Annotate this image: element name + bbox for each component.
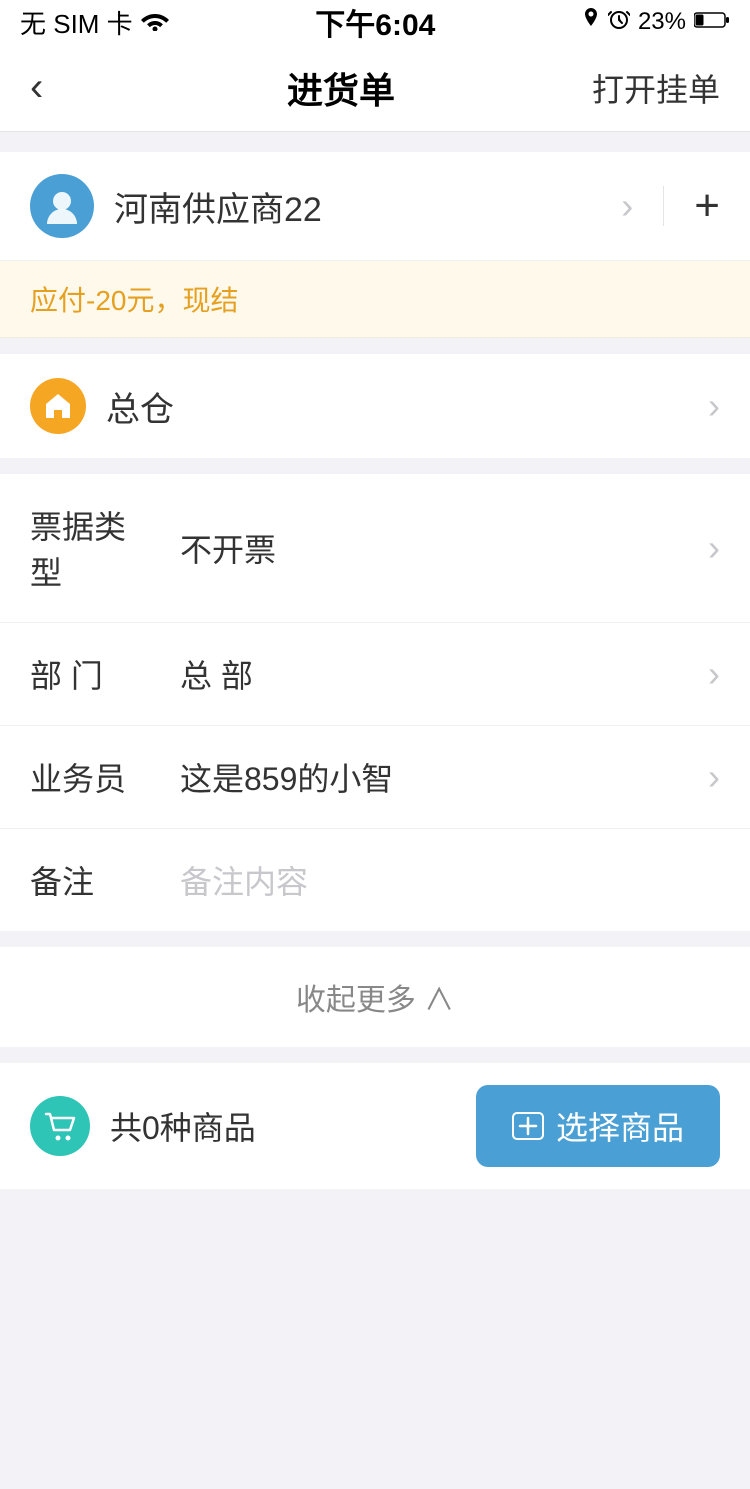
salesperson-value: 这是859的小智 (180, 754, 708, 800)
department-row[interactable]: 部 门 总 部 › (0, 623, 750, 726)
invoice-type-value: 不开票 (180, 525, 708, 571)
wifi-icon (141, 7, 169, 38)
status-bar: 无 SIM 卡 下午6:04 23% (0, 0, 750, 44)
supplier-section: 河南供应商22 › + 应付-20元，现结 (0, 152, 750, 338)
invoice-type-chevron: › (708, 527, 720, 569)
warehouse-name: 总仓 (106, 382, 708, 431)
nav-bar: ‹ 进货单 打开挂单 (0, 44, 750, 132)
supplier-row[interactable]: 河南供应商22 › + (0, 152, 750, 261)
remark-label: 备注 (30, 857, 150, 903)
page-background (0, 1189, 750, 1489)
salesperson-chevron: › (708, 756, 720, 798)
alarm-icon (608, 8, 630, 37)
section-gap-1 (0, 132, 750, 152)
department-label: 部 门 (30, 651, 150, 697)
remark-row[interactable]: 备注 备注内容 (0, 829, 750, 931)
page-title: 进货单 (287, 62, 395, 114)
salesperson-row[interactable]: 业务员 这是859的小智 › (0, 726, 750, 829)
status-carrier-area: 无 SIM 卡 (20, 4, 169, 41)
supplier-avatar (30, 174, 94, 238)
invoice-type-row[interactable]: 票据类型 不开票 › (0, 474, 750, 623)
collapse-label: 收起更多 ∧ (296, 975, 454, 1019)
product-icon (30, 1096, 90, 1156)
product-count: 共0种商品 (110, 1103, 456, 1149)
collapse-row[interactable]: 收起更多 ∧ (0, 947, 750, 1047)
status-time: 下午6:04 (315, 0, 435, 44)
warehouse-chevron-icon: › (708, 385, 720, 427)
department-chevron: › (708, 653, 720, 695)
back-button[interactable]: ‹ (30, 65, 90, 110)
select-product-button[interactable]: 选择商品 (476, 1085, 720, 1167)
notice-text: 应付-20元，现结 (30, 285, 238, 316)
status-right-area: 23% (582, 8, 730, 37)
battery-icon (694, 8, 730, 36)
notice-banner: 应付-20元，现结 (0, 261, 750, 338)
remark-input[interactable]: 备注内容 (180, 857, 720, 903)
supplier-name: 河南供应商22 (114, 182, 621, 231)
supplier-chevron-icon: › (621, 185, 633, 227)
add-supplier-button[interactable]: + (694, 181, 720, 231)
department-value: 总 部 (180, 651, 708, 697)
form-section: 票据类型 不开票 › 部 门 总 部 › 业务员 这是859的小智 › 备注 备… (0, 474, 750, 931)
select-product-label: 选择商品 (556, 1103, 684, 1149)
carrier-text: 无 SIM 卡 (20, 4, 133, 41)
product-bar: 共0种商品 选择商品 (0, 1063, 750, 1189)
divider (663, 186, 664, 226)
warehouse-row[interactable]: 总仓 › (0, 354, 750, 458)
supplier-actions: › + (621, 181, 720, 231)
open-pending-button[interactable]: 打开挂单 (592, 65, 720, 111)
warehouse-icon (30, 378, 86, 434)
salesperson-label: 业务员 (30, 754, 150, 800)
battery-text: 23% (638, 8, 686, 36)
location-icon (582, 8, 600, 37)
invoice-type-label: 票据类型 (30, 502, 150, 594)
